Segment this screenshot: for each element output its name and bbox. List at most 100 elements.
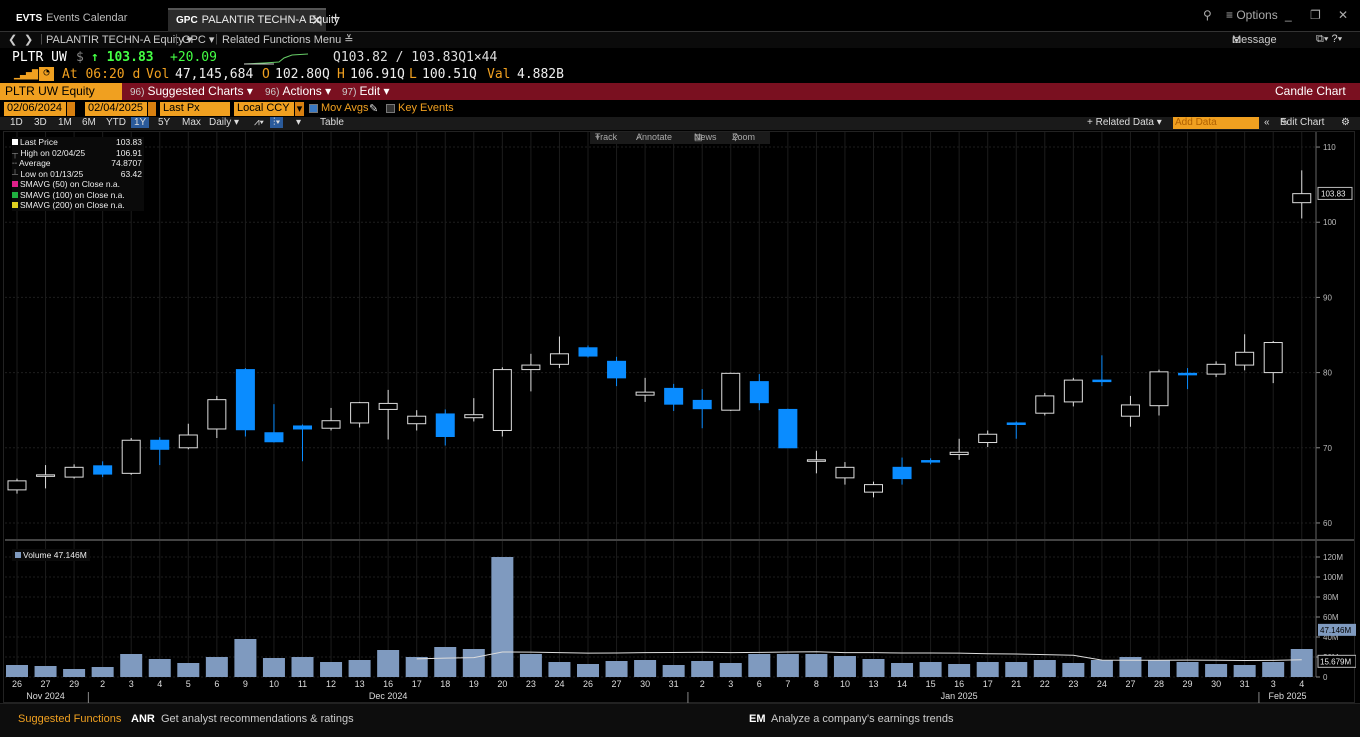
- volume-bar: [34, 666, 57, 677]
- candle-body: [864, 484, 883, 493]
- calendar-icon[interactable]: [148, 102, 156, 116]
- volume-legend-label: Volume 47.146M: [23, 550, 87, 560]
- date-tick-label: 6: [757, 679, 762, 689]
- line-chart-icon[interactable]: ⩘▾: [254, 117, 264, 128]
- candle-body: [407, 415, 427, 425]
- related-functions-menu[interactable]: Related Functions Menu ≚: [222, 33, 354, 46]
- currency-select[interactable]: Local CCY: [234, 102, 294, 116]
- range-1d[interactable]: 1D: [10, 117, 23, 128]
- restore-icon[interactable]: ❐: [1310, 8, 1321, 22]
- range-1y[interactable]: 1Y: [131, 117, 150, 128]
- candle-body: [1063, 379, 1083, 403]
- high-value: 106.91Q: [350, 67, 405, 82]
- anr-description[interactable]: Get analyst recommendations & ratings: [161, 713, 354, 725]
- chevron-down-icon[interactable]: ▾: [295, 102, 304, 116]
- menu-label: Edit ▾: [359, 84, 390, 98]
- em-code[interactable]: EM: [749, 713, 766, 725]
- value-label: Val: [487, 67, 511, 82]
- last-price-tag: 103.83: [1321, 189, 1346, 198]
- gauge-icon[interactable]: ◔: [39, 67, 54, 81]
- price-field-select[interactable]: Last Px: [160, 102, 230, 116]
- add-tab-icon[interactable]: +: [331, 10, 340, 28]
- candle-chart-icon[interactable]: ⫶▾: [270, 117, 284, 128]
- vol-label: Vol: [146, 67, 170, 82]
- range-5y[interactable]: 5Y: [158, 117, 170, 128]
- candle-body: [464, 414, 484, 419]
- key-events-label: Key Events: [398, 102, 454, 114]
- function-menu[interactable]: GPC ▾: [182, 33, 214, 46]
- edit-menu[interactable]: 97) Edit ▾: [342, 84, 390, 98]
- legend-label: High on 02/04/25: [20, 147, 86, 158]
- period-select[interactable]: Daily ▾: [209, 117, 239, 128]
- minimize-icon[interactable]: _: [1285, 8, 1292, 22]
- start-date-field[interactable]: 02/06/2024: [4, 102, 66, 116]
- end-date-field[interactable]: 02/04/2025: [85, 102, 147, 116]
- bid-ask: Q103.82 / 103.83Q: [333, 50, 467, 65]
- volume-bar: [262, 658, 285, 677]
- volume-average-line: [416, 651, 1302, 661]
- volume-bar: [976, 662, 999, 677]
- gear-icon[interactable]: ⚙: [1341, 117, 1350, 128]
- back-icon[interactable]: ❮: [8, 33, 17, 46]
- em-description[interactable]: Analyze a company's earnings trends: [771, 713, 953, 725]
- more-icon[interactable]: ▾: [296, 117, 301, 128]
- range-ytd[interactable]: YTD: [106, 117, 126, 128]
- price-tick-label: 80: [1323, 369, 1332, 378]
- date-tick-label: 21: [1011, 679, 1021, 689]
- legend-value: 106.91: [116, 147, 142, 158]
- search-icon[interactable]: ⚲: [1203, 8, 1212, 22]
- date-tick-label: 17: [983, 679, 993, 689]
- legend-smavg-200: SMAVG (200) on Close n.a.: [12, 200, 144, 211]
- related-data-menu[interactable]: + Related Data ▾: [1087, 117, 1162, 128]
- legend-value: 63.42: [120, 168, 142, 179]
- price-tick-label: 60: [1323, 519, 1332, 528]
- date-tick-label: 29: [69, 679, 79, 689]
- actions-menu[interactable]: 96) Actions ▾: [265, 84, 331, 98]
- date-tick-label: 20: [497, 679, 507, 689]
- tab-events-calendar[interactable]: EVTS Events Calendar: [8, 8, 135, 32]
- volume-bar: [805, 654, 828, 677]
- candle-body: [1035, 395, 1055, 414]
- volume-bar: [719, 663, 742, 677]
- price-tick-label: 90: [1323, 293, 1332, 302]
- anr-code[interactable]: ANR: [131, 713, 155, 725]
- date-tick-label: 26: [12, 679, 22, 689]
- options-menu[interactable]: ≡ Options: [1226, 8, 1278, 22]
- range-max[interactable]: Max: [182, 117, 201, 128]
- candle-body: [121, 439, 141, 474]
- date-tick-label: 19: [469, 679, 479, 689]
- tab-gpc[interactable]: GPC PALANTIR TECHN-A Equity: [168, 8, 339, 32]
- range-6m[interactable]: 6M: [82, 117, 96, 128]
- volume-bar: [405, 657, 428, 677]
- suggested-charts-menu[interactable]: 96) Suggested Charts ▾: [130, 84, 253, 98]
- pencil-icon[interactable]: ✎: [369, 102, 378, 115]
- add-data-input[interactable]: Add Data: [1173, 117, 1259, 129]
- candle-chart-svg: 60708090100110103.83020M40M60M80M100M120…: [5, 132, 1356, 704]
- window-menu-icon[interactable]: ⧉▾ ?▾: [1316, 33, 1342, 46]
- security-menu[interactable]: PALANTIR TECHN-A Equity ▾: [46, 33, 192, 46]
- volume-bar: [377, 650, 400, 677]
- mov-avgs-checkbox[interactable]: [309, 104, 318, 113]
- key-events-checkbox[interactable]: [386, 104, 395, 113]
- tab-label: Events Calendar: [46, 12, 128, 24]
- quote-line-2: ▁▃▅▇ ◔ At 06:20 d Vol 47,145,684 O 102.8…: [0, 67, 1360, 83]
- calendar-icon[interactable]: [67, 102, 75, 116]
- close-window-icon[interactable]: ✕: [1338, 8, 1348, 22]
- legend-smavg-100: SMAVG (100) on Close n.a.: [12, 190, 144, 201]
- range-1m[interactable]: 1M: [58, 117, 72, 128]
- volume-bar: [491, 557, 514, 677]
- collapse-icon[interactable]: «: [1264, 117, 1270, 128]
- security-field[interactable]: PLTR UW Equity: [0, 83, 122, 100]
- close-tab-icon[interactable]: ✕: [311, 12, 323, 29]
- forward-icon[interactable]: ❯: [24, 33, 33, 46]
- month-label: Jan 2025: [941, 691, 978, 701]
- table-button[interactable]: Table: [320, 117, 344, 128]
- chart-area[interactable]: 60708090100110103.83020M40M60M80M100M120…: [3, 131, 1356, 704]
- date-tick-label: 16: [954, 679, 964, 689]
- month-label: Nov 2024: [26, 691, 65, 701]
- menu-label: Actions ▾: [282, 84, 332, 98]
- price-legend: Last Price 103.83 ┬ High on 02/04/25 106.9…: [12, 137, 144, 211]
- volume-avg-tag: 15.679M: [1320, 657, 1351, 666]
- range-3d[interactable]: 3D: [34, 117, 47, 128]
- candle-body: [778, 408, 798, 449]
